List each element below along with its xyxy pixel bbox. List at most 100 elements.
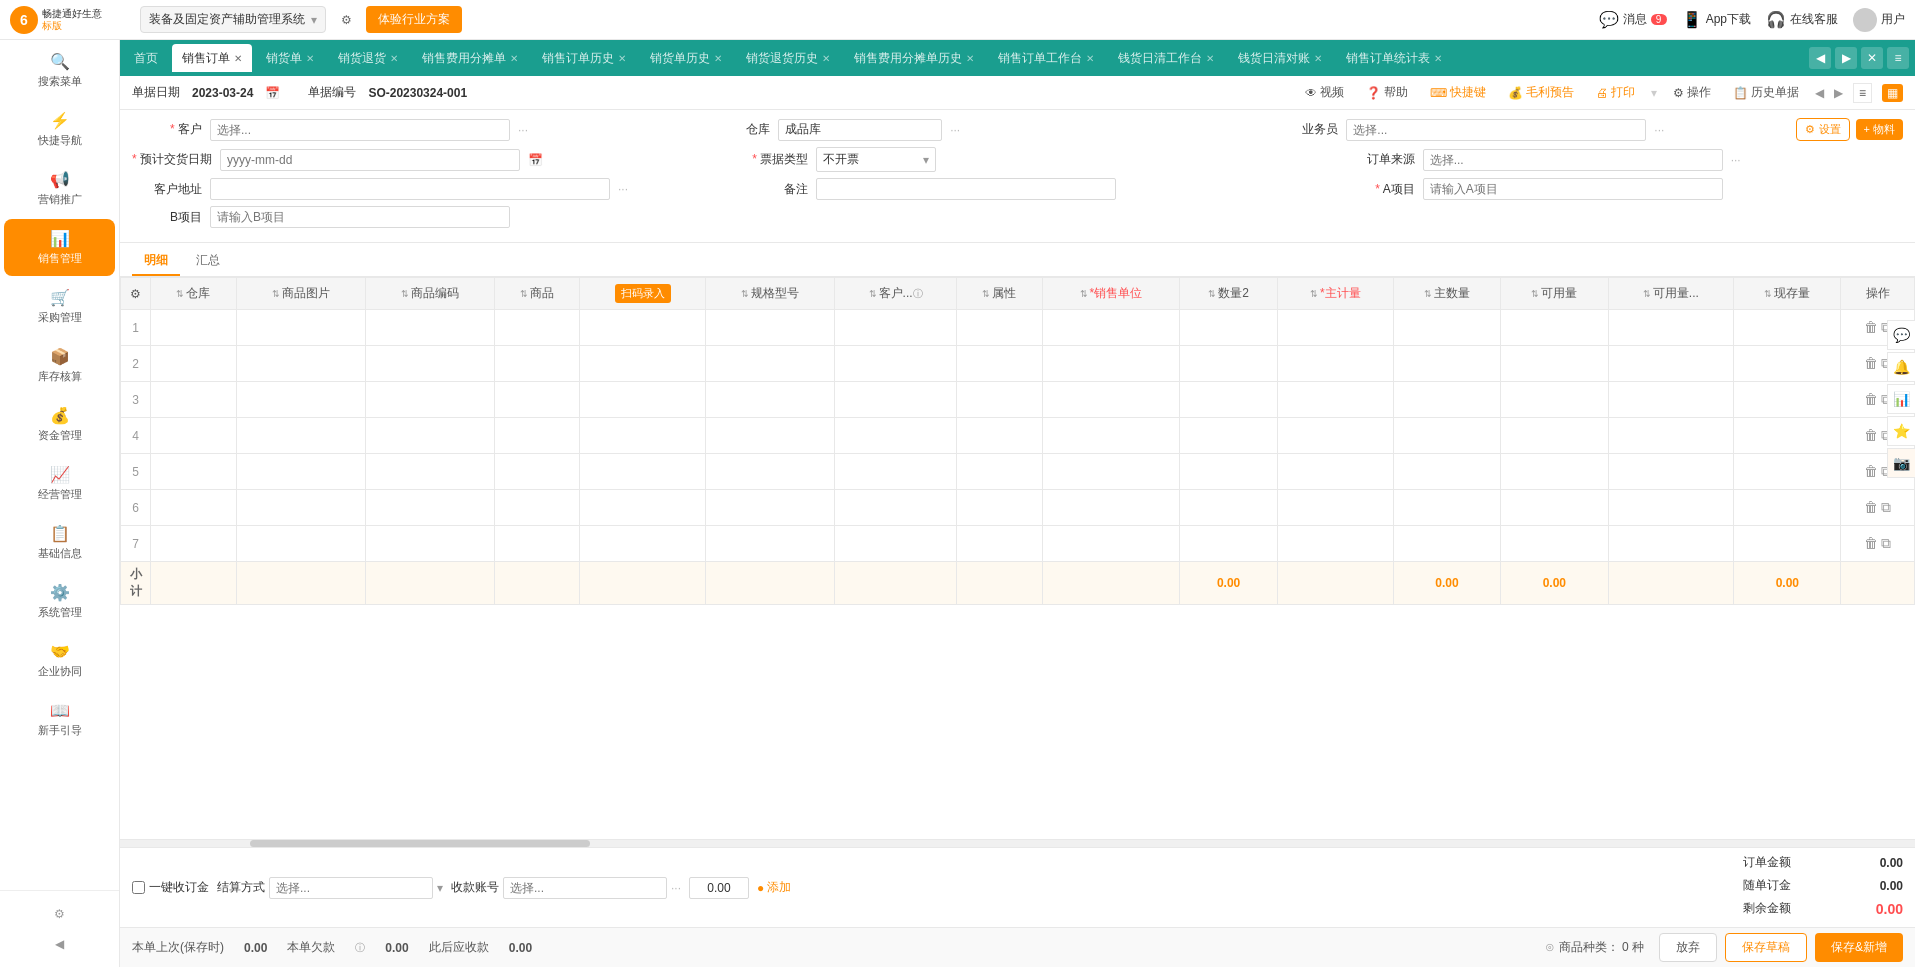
tab-prev-btn[interactable]: ◀ (1809, 47, 1831, 69)
copy-row-icon[interactable]: ⧉ (1881, 535, 1891, 551)
tab-close-all-btn[interactable]: ✕ (1861, 47, 1883, 69)
tab-menu-btn[interactable]: ≡ (1887, 47, 1909, 69)
right-panel-chat[interactable]: 💬 (1887, 320, 1915, 350)
b-project-input[interactable] (210, 206, 510, 228)
sidebar-item-4[interactable]: 🛒采购管理 (4, 278, 115, 335)
salesperson-more-btn[interactable]: ··· (1654, 123, 1664, 137)
sidebar-item-0[interactable]: 🔍搜索菜单 (4, 42, 115, 99)
save-draft-btn[interactable]: 保存草稿 (1725, 933, 1807, 962)
th-settings[interactable]: ⚙ (121, 278, 151, 310)
user-menu[interactable]: 用户 (1853, 8, 1905, 32)
delivery-label: 预计交货日期 (132, 151, 212, 168)
nav-next-btn[interactable]: ▶ (1834, 86, 1843, 100)
sidebar-item-5[interactable]: 📦库存核算 (4, 337, 115, 394)
sidebar-item-1[interactable]: ⚡快捷导航 (4, 101, 115, 158)
one-click-settle-checkbox[interactable] (132, 881, 145, 894)
history-doc-btn[interactable]: 📋 历史单据 (1727, 82, 1805, 103)
payment-dropdown-icon[interactable]: ▾ (437, 881, 443, 895)
industry-btn[interactable]: 体验行业方案 (366, 6, 462, 33)
sidebar-item-11[interactable]: 📖新手引导 (4, 691, 115, 748)
right-panel-chart[interactable]: 📊 (1887, 384, 1915, 414)
horizontal-scrollbar[interactable] (120, 839, 1915, 847)
right-floating-panel: 💬 🔔 📊 ⭐ 📷 (1887, 320, 1915, 478)
account-more-btn[interactable]: ··· (671, 881, 681, 895)
settings-icon[interactable]: ⚙ (334, 8, 358, 32)
system-select[interactable]: 装备及固定资产辅助管理系统 ▾ (140, 6, 326, 33)
warehouse-input[interactable] (778, 119, 942, 141)
sidebar-collapse[interactable]: ◀ (0, 929, 119, 959)
right-panel-bell[interactable]: 🔔 (1887, 352, 1915, 382)
th-unit: ⇅*销售单位 (1042, 278, 1180, 310)
delete-row-icon[interactable]: 🗑 (1864, 535, 1878, 551)
sidebar-toggle[interactable]: ⚙ (0, 899, 119, 929)
list-view-btn[interactable]: ≡ (1853, 83, 1872, 103)
save-new-btn[interactable]: 保存&新增 (1815, 933, 1903, 962)
sidebar-item-7[interactable]: 📈经营管理 (4, 455, 115, 512)
print-btn[interactable]: 🖨 打印 (1590, 82, 1641, 103)
customer-more-btn[interactable]: ··· (518, 123, 528, 137)
profit-preview-btn[interactable]: 💰 毛利预告 (1502, 82, 1580, 103)
tab-item-6[interactable]: 销货单历史✕ (640, 44, 732, 72)
address-more-btn[interactable]: ··· (618, 182, 628, 196)
delete-row-icon[interactable]: 🗑 (1864, 463, 1878, 479)
order-source-input[interactable] (1423, 149, 1723, 171)
sidebar-item-2[interactable]: 📢营销推广 (4, 160, 115, 217)
right-panel-star[interactable]: ⭐ (1887, 416, 1915, 446)
tab-next-btn[interactable]: ▶ (1835, 47, 1857, 69)
invoice-select[interactable]: 不开票 ▾ (816, 147, 936, 172)
discard-btn[interactable]: 放弃 (1659, 933, 1717, 962)
operations-btn[interactable]: ⚙ 操作 (1667, 82, 1717, 103)
sidebar-item-9[interactable]: ⚙️系统管理 (4, 573, 115, 630)
tab-item-5[interactable]: 销售订单历史✕ (532, 44, 636, 72)
tab-item-10[interactable]: 钱货日清工作台✕ (1108, 44, 1224, 72)
sidebar-item-8[interactable]: 📋基础信息 (4, 514, 115, 571)
nav-prev-btn[interactable]: ◀ (1815, 86, 1824, 100)
salesperson-input[interactable] (1346, 119, 1646, 141)
warehouse-more-btn[interactable]: ··· (950, 123, 960, 137)
add-product-btn[interactable]: + 物料 (1856, 119, 1903, 140)
delete-row-icon[interactable]: 🗑 (1864, 427, 1878, 443)
delete-row-icon[interactable]: 🗑 (1864, 499, 1878, 515)
right-panel-camera[interactable]: 📷 (1887, 448, 1915, 478)
delivery-input[interactable] (220, 149, 520, 171)
notification-bell[interactable]: 💬 消息 9 (1599, 10, 1667, 29)
app-download[interactable]: 📱 App下载 (1682, 10, 1751, 29)
tab-item-4[interactable]: 销售费用分摊单✕ (412, 44, 528, 72)
help-btn[interactable]: ❓ 帮助 (1360, 82, 1414, 103)
customer-input[interactable] (210, 119, 510, 141)
scan-btn[interactable]: 扫码录入 (615, 284, 671, 303)
shortcut-btn[interactable]: ⌨ 快捷键 (1424, 82, 1492, 103)
account-input[interactable] (503, 877, 667, 899)
tab-item-7[interactable]: 销货退货历史✕ (736, 44, 840, 72)
one-click-settle-label[interactable]: 一键收订金 (132, 879, 209, 896)
payment-method-input[interactable] (269, 877, 433, 899)
sidebar-item-3[interactable]: 📊销售管理 (4, 219, 115, 276)
tab-item-2[interactable]: 销货单✕ (256, 44, 324, 72)
delete-row-icon[interactable]: 🗑 (1864, 391, 1878, 407)
tab-item-9[interactable]: 销售订单工作台✕ (988, 44, 1104, 72)
tab-item-3[interactable]: 销货退货✕ (328, 44, 408, 72)
sidebar-item-6[interactable]: 💰资金管理 (4, 396, 115, 453)
order-source-more-btn[interactable]: ··· (1731, 153, 1741, 167)
add-payment-btn[interactable]: ● 添加 (757, 879, 791, 896)
remark-input[interactable] (816, 178, 1116, 200)
tab-detail[interactable]: 明细 (132, 247, 180, 276)
delete-row-icon[interactable]: 🗑 (1864, 355, 1878, 371)
a-project-input[interactable] (1423, 178, 1723, 200)
card-view-btn[interactable]: ▦ (1882, 84, 1903, 102)
online-service[interactable]: 🎧 在线客服 (1766, 10, 1838, 29)
tab-item-12[interactable]: 销售订单统计表✕ (1336, 44, 1452, 72)
tab-item-8[interactable]: 销售费用分摊单历史✕ (844, 44, 984, 72)
date-picker-icon[interactable]: 📅 (265, 86, 280, 100)
tab-summary[interactable]: 汇总 (184, 247, 232, 276)
tab-item-11[interactable]: 钱货日清对账✕ (1228, 44, 1332, 72)
delete-row-icon[interactable]: 🗑 (1864, 319, 1878, 335)
delivery-calendar-icon[interactable]: 📅 (528, 153, 543, 167)
sidebar-item-10[interactable]: 🤝企业协同 (4, 632, 115, 689)
video-btn[interactable]: 👁 视频 (1299, 82, 1350, 103)
tab-item-0[interactable]: 首页 (124, 44, 168, 72)
setup-btn[interactable]: ⚙ 设置 (1796, 118, 1849, 141)
tab-item-1[interactable]: 销售订单✕ (172, 44, 252, 72)
copy-row-icon[interactable]: ⧉ (1881, 499, 1891, 515)
address-input[interactable] (210, 178, 610, 200)
